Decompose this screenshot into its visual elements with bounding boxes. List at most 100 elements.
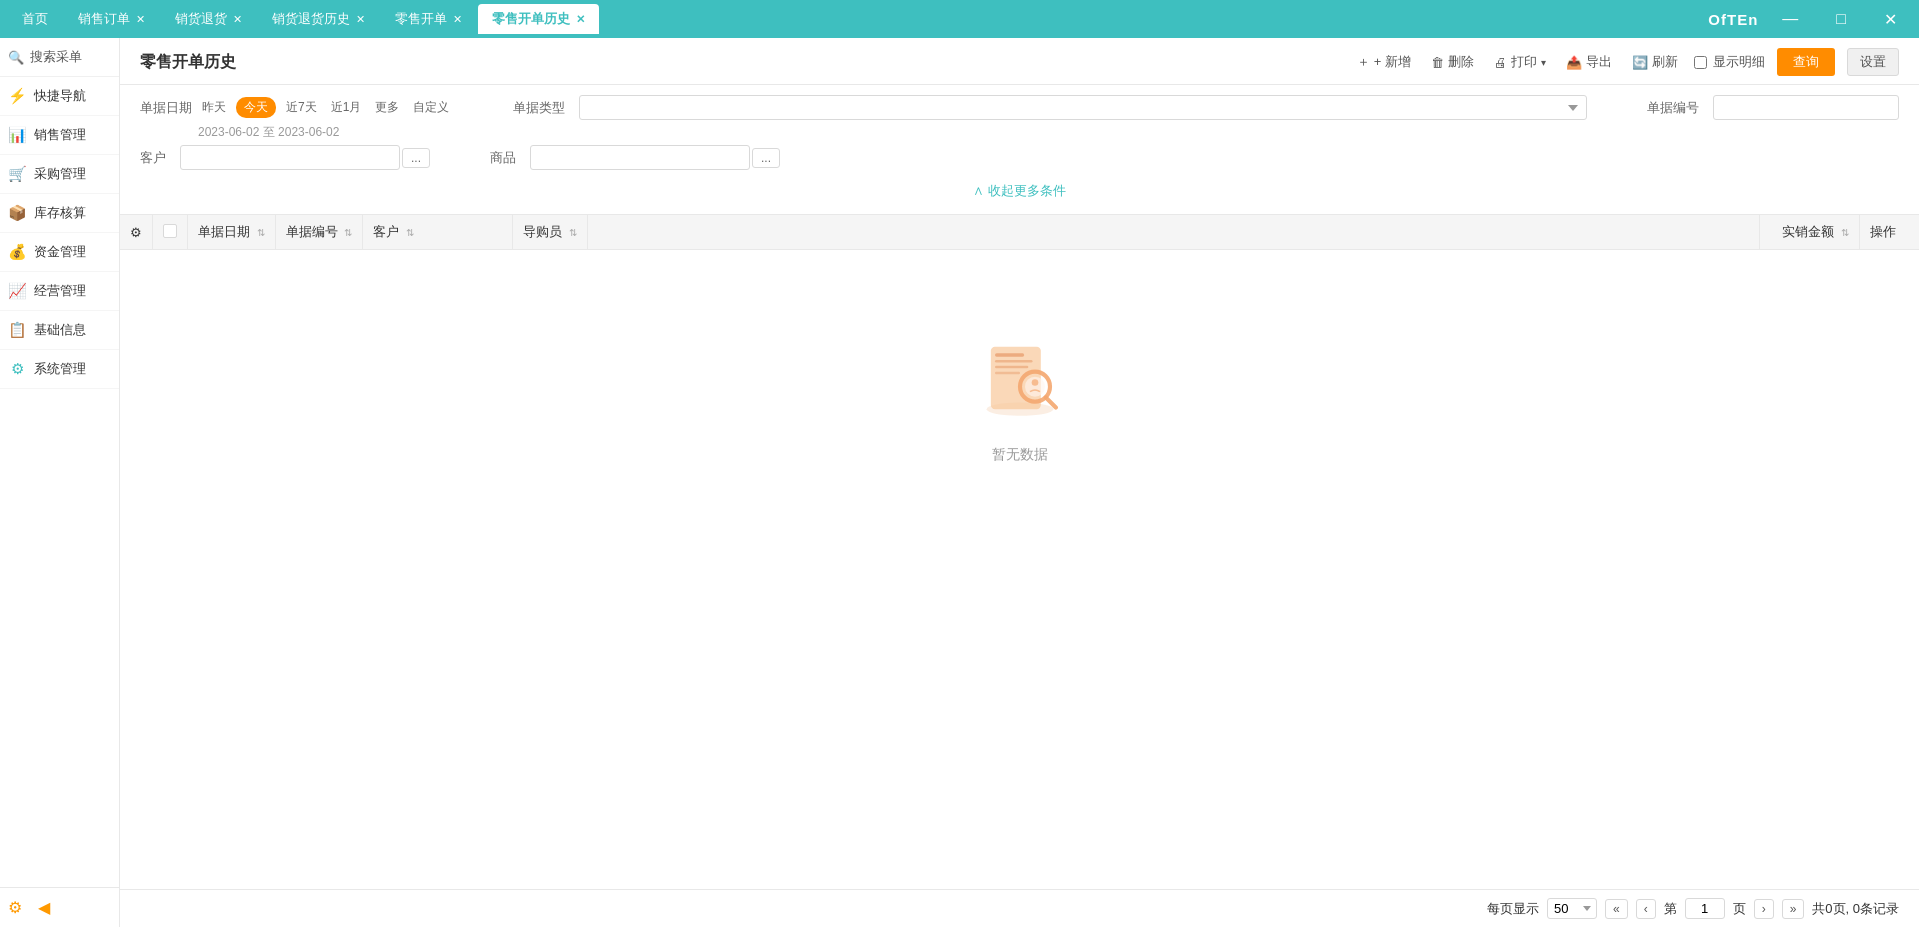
close-sales-return-icon[interactable]: ✕: [233, 13, 242, 26]
tab-home[interactable]: 首页: [8, 4, 62, 34]
pagination: 每页显示 10 20 50 100 « ‹ 第 页 › » 共0页, 0条记录: [120, 889, 1919, 927]
settings-button[interactable]: 设置: [1847, 48, 1899, 76]
add-icon: ＋: [1357, 53, 1370, 71]
tab-sales-order[interactable]: 销售订单 ✕: [64, 4, 159, 34]
search-icon: 🔍: [8, 50, 24, 65]
filter-row-date-range: 2023-06-02 至 2023-06-02: [140, 124, 1899, 141]
date-today[interactable]: 今天: [236, 97, 276, 118]
toolbar: ＋ + 新增 🗑 删除 🖨 打印 ▾ 📤 导出 🔄: [1353, 48, 1899, 76]
display-detail-checkbox[interactable]: [1694, 56, 1707, 69]
date-custom[interactable]: 自定义: [409, 97, 453, 118]
date-1month[interactable]: 近1月: [327, 97, 366, 118]
sidebar-item-sales-mgmt-label: 销售管理: [34, 126, 86, 144]
sort-date-icon: ⇅: [257, 227, 265, 238]
sidebar-item-purchase-mgmt-label: 采购管理: [34, 165, 86, 183]
sidebar-item-finance[interactable]: 💰 资金管理: [0, 233, 119, 272]
date-more[interactable]: 更多: [371, 97, 403, 118]
gear-icon[interactable]: ⚙: [130, 225, 142, 240]
doctype-select[interactable]: [579, 95, 1587, 120]
tab-sales-return-history[interactable]: 销货退货历史 ✕: [258, 4, 379, 34]
finance-icon: 💰: [8, 243, 26, 261]
sales-mgmt-icon: 📊: [8, 126, 26, 144]
sidebar-item-sys-mgmt[interactable]: ⚙ 系统管理: [0, 350, 119, 389]
th-gear[interactable]: ⚙: [120, 215, 153, 250]
window-close[interactable]: ✕: [1870, 4, 1911, 35]
last-page-btn[interactable]: »: [1782, 899, 1805, 919]
next-page-btn[interactable]: ›: [1754, 899, 1774, 919]
product-filter-field: 商品 ...: [490, 145, 780, 170]
tab-retail-open-history[interactable]: 零售开单历史 ✕: [478, 4, 599, 34]
delete-button[interactable]: 🗑 删除: [1427, 51, 1478, 73]
sidebar: 🔍 搜索采单 ⚡ 快捷导航 📊 销售管理 🛒 采购管理 📦 库存核算 💰 资金管…: [0, 38, 120, 927]
product-ellipsis-btn[interactable]: ...: [752, 148, 780, 168]
date-7days[interactable]: 近7天: [282, 97, 321, 118]
date-range-text: 2023-06-02 至 2023-06-02: [198, 124, 339, 141]
settings-button[interactable]: ⚙: [8, 898, 22, 917]
refresh-icon: 🔄: [1632, 55, 1648, 70]
window-maximize[interactable]: □: [1822, 4, 1860, 34]
svg-rect-3: [995, 360, 1033, 363]
sort-salesperson-icon: ⇅: [569, 227, 577, 238]
page-input[interactable]: [1685, 898, 1725, 919]
customer-ellipsis-btn[interactable]: ...: [402, 148, 430, 168]
product-input[interactable]: [530, 145, 750, 170]
page-label: 第: [1664, 900, 1677, 918]
select-all-checkbox[interactable]: [163, 224, 177, 238]
tab-retail-open[interactable]: 零售开单 ✕: [381, 4, 476, 34]
close-retail-open-history-icon[interactable]: ✕: [576, 13, 585, 26]
close-sales-return-history-icon[interactable]: ✕: [356, 13, 365, 26]
tab-bar: 首页 销售订单 ✕ 销货退货 ✕ 销货退货历史 ✕ 零售开单 ✕ 零售开单历史 …: [8, 4, 1708, 34]
sidebar-search[interactable]: 🔍 搜索采单: [0, 38, 119, 77]
data-table: ⚙ 单据日期 ⇅ 单据编号 ⇅: [120, 215, 1919, 544]
close-retail-open-icon[interactable]: ✕: [453, 13, 462, 26]
th-date[interactable]: 单据日期 ⇅: [188, 215, 276, 250]
sidebar-item-sales-mgmt[interactable]: 📊 销售管理: [0, 116, 119, 155]
date-filter-label: 单据日期: [140, 99, 192, 117]
sidebar-item-inventory[interactable]: 📦 库存核算: [0, 194, 119, 233]
sidebar-item-purchase-mgmt[interactable]: 🛒 采购管理: [0, 155, 119, 194]
customer-input[interactable]: [180, 145, 400, 170]
th-customer[interactable]: 客户 ⇅: [363, 215, 513, 250]
quick-nav-icon: ⚡: [8, 87, 26, 105]
close-sales-order-icon[interactable]: ✕: [136, 13, 145, 26]
prev-page-btn[interactable]: ‹: [1636, 899, 1656, 919]
add-button[interactable]: ＋ + 新增: [1353, 51, 1415, 73]
refresh-button[interactable]: 🔄 刷新: [1628, 51, 1682, 73]
refresh-label: 刷新: [1652, 53, 1678, 71]
collapse-up-icon: ∧: [973, 183, 984, 198]
sidebar-item-base-info[interactable]: 📋 基础信息: [0, 311, 119, 350]
sidebar-item-operation[interactable]: 📈 经营管理: [0, 272, 119, 311]
main-layout: 🔍 搜索采单 ⚡ 快捷导航 📊 销售管理 🛒 采购管理 📦 库存核算 💰 资金管…: [0, 38, 1919, 927]
per-page-select[interactable]: 10 20 50 100: [1547, 898, 1597, 919]
print-dropdown-icon: ▾: [1541, 57, 1546, 68]
search-button[interactable]: 查询: [1777, 48, 1835, 76]
window-minimize[interactable]: —: [1768, 4, 1812, 34]
th-check[interactable]: [153, 215, 188, 250]
pagination-summary: 共0页, 0条记录: [1812, 900, 1899, 918]
print-button[interactable]: 🖨 打印 ▾: [1490, 51, 1550, 73]
docno-input[interactable]: [1713, 95, 1899, 120]
date-yesterday[interactable]: 昨天: [198, 97, 230, 118]
sidebar-item-quick-nav[interactable]: ⚡ 快捷导航: [0, 77, 119, 116]
collapse-conditions[interactable]: ∧ 收起更多条件: [140, 178, 1899, 204]
th-docno[interactable]: 单据编号 ⇅: [275, 215, 363, 250]
operation-icon: 📈: [8, 282, 26, 300]
collapse-sidebar-button[interactable]: ◀: [38, 898, 50, 917]
sidebar-item-quick-nav-label: 快捷导航: [34, 87, 86, 105]
empty-text: 暂无数据: [992, 446, 1048, 464]
tab-sales-return[interactable]: 销货退货 ✕: [161, 4, 256, 34]
sort-customer-icon: ⇅: [406, 227, 414, 238]
sort-amount-icon: ⇅: [1841, 227, 1849, 238]
export-button[interactable]: 📤 导出: [1562, 51, 1616, 73]
th-salesperson[interactable]: 导购员 ⇅: [513, 215, 588, 250]
page-header: 零售开单历史 ＋ + 新增 🗑 删除 🖨 打印 ▾ 📤 导出: [120, 38, 1919, 85]
sidebar-search-label: 搜索采单: [30, 48, 82, 66]
brand-logo: OfTEn: [1708, 11, 1758, 28]
display-detail-label: 显示明细: [1713, 53, 1765, 71]
th-amount[interactable]: 实销金额 ⇅: [1759, 215, 1859, 250]
display-detail-toggle[interactable]: 显示明细: [1694, 53, 1765, 71]
table-body: 暂无数据: [120, 250, 1919, 545]
sidebar-item-sys-mgmt-label: 系统管理: [34, 360, 86, 378]
first-page-btn[interactable]: «: [1605, 899, 1628, 919]
docno-filter-field: 单据编号: [1647, 95, 1899, 120]
